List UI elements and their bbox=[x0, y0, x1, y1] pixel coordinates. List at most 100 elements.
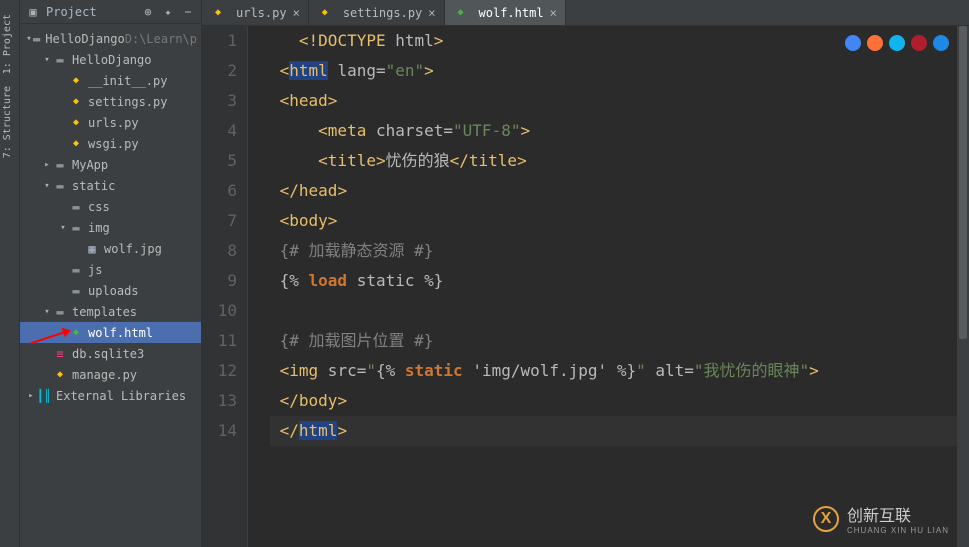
tree-row[interactable]: ▦ wolf.jpg bbox=[20, 238, 201, 259]
close-icon[interactable]: × bbox=[428, 6, 435, 20]
code-line[interactable]: </html> bbox=[270, 416, 969, 446]
line-number: 4 bbox=[202, 116, 237, 146]
tree-label: uploads bbox=[88, 284, 139, 298]
code-line[interactable]: <img src="{% static 'img/wolf.jpg' %}" a… bbox=[270, 356, 969, 386]
browser-icon[interactable] bbox=[933, 35, 949, 51]
editor-tab[interactable]: ◆ urls.py × bbox=[202, 0, 309, 25]
watermark-logo: X 创新互联 CHUANG XIN HU LIAN bbox=[813, 502, 949, 535]
libraries-icon: ┃║ bbox=[36, 389, 52, 403]
tree-row[interactable]: ◆ settings.py bbox=[20, 91, 201, 112]
browser-icon[interactable] bbox=[867, 35, 883, 51]
browser-icon[interactable] bbox=[911, 35, 927, 51]
toolwindow-tabs: 1: Project7: Structure bbox=[0, 0, 20, 547]
folder-icon: ▬ bbox=[32, 32, 41, 46]
python-icon: ◆ bbox=[68, 74, 84, 88]
html-icon: ◆ bbox=[453, 6, 469, 20]
tree-arrow-icon[interactable]: ▾ bbox=[42, 307, 52, 317]
folder-icon: ▬ bbox=[52, 179, 68, 193]
tree-label: wsgi.py bbox=[88, 137, 139, 151]
code-line[interactable]: </body> bbox=[270, 386, 969, 416]
project-tree[interactable]: ▾ ▬ HelloDjango D:\Learn\p ▾ ▬ HelloDjan… bbox=[20, 24, 201, 547]
tree-label: css bbox=[88, 200, 110, 214]
toolwindow-tab[interactable]: 7: Structure bbox=[0, 80, 19, 164]
collapse-icon[interactable]: ⊕ bbox=[141, 5, 155, 19]
code-line[interactable]: <head> bbox=[270, 86, 969, 116]
tree-row[interactable]: ▾ ▬ templates bbox=[20, 301, 201, 322]
tree-row[interactable]: ◆ manage.py bbox=[20, 364, 201, 385]
tree-arrow-icon[interactable]: ▸ bbox=[42, 160, 52, 170]
code-line[interactable]: </head> bbox=[270, 176, 969, 206]
tree-row[interactable]: ▾ ▬ static bbox=[20, 175, 201, 196]
code-editor[interactable]: 1234567891011121314 <!DOCTYPE html> <htm… bbox=[202, 26, 969, 547]
code-line[interactable]: <html lang="en"> bbox=[270, 56, 969, 86]
folder-icon: ▬ bbox=[52, 305, 68, 319]
code-line[interactable]: {% load static %} bbox=[270, 266, 969, 296]
tree-row[interactable]: ◆ wolf.html bbox=[20, 322, 201, 343]
tree-label: HelloDjango bbox=[72, 53, 151, 67]
tree-label: templates bbox=[72, 305, 137, 319]
logo-mark: X bbox=[813, 506, 839, 532]
line-gutter: 1234567891011121314 bbox=[202, 26, 248, 547]
browser-icon[interactable] bbox=[845, 35, 861, 51]
scrollbar-thumb[interactable] bbox=[959, 26, 967, 339]
code-line[interactable] bbox=[270, 296, 969, 326]
toolwindow-tab[interactable]: 1: Project bbox=[0, 8, 19, 80]
python-icon: ◆ bbox=[52, 368, 68, 382]
editor-area: ◆ urls.py × ◆ settings.py × ◆ wolf.html … bbox=[202, 0, 969, 547]
project-sidebar: ▣ Project ⊕ ✦ ⎯ ▾ ▬ HelloDjango D:\Learn… bbox=[20, 0, 202, 547]
tree-row[interactable]: ▾ ▬ HelloDjango D:\Learn\p bbox=[20, 28, 201, 49]
line-number: 3 bbox=[202, 86, 237, 116]
tree-label: manage.py bbox=[72, 368, 137, 382]
tree-row[interactable]: ▸ ▬ MyApp bbox=[20, 154, 201, 175]
tree-arrow-icon[interactable]: ▾ bbox=[42, 55, 52, 65]
tree-arrow-icon[interactable]: ▾ bbox=[42, 181, 52, 191]
tree-row[interactable]: ≡ db.sqlite3 bbox=[20, 343, 201, 364]
hide-icon[interactable]: ⎯ bbox=[181, 5, 195, 19]
line-number: 8 bbox=[202, 236, 237, 266]
code-content[interactable]: <!DOCTYPE html> <html lang="en"> <head> … bbox=[266, 26, 969, 547]
scrollbar[interactable] bbox=[957, 26, 969, 547]
tree-row[interactable]: ◆ wsgi.py bbox=[20, 133, 201, 154]
line-number: 10 bbox=[202, 296, 237, 326]
tree-label: wolf.html bbox=[88, 326, 153, 340]
editor-tab[interactable]: ◆ settings.py × bbox=[309, 0, 445, 25]
code-line[interactable]: <meta charset="UTF-8"> bbox=[270, 116, 969, 146]
fold-column[interactable] bbox=[248, 26, 266, 547]
browser-icon[interactable] bbox=[889, 35, 905, 51]
tree-row[interactable]: ▬ css bbox=[20, 196, 201, 217]
logo-title: 创新互联 bbox=[847, 508, 911, 525]
sidebar-title: Project bbox=[46, 5, 97, 19]
folder-icon: ▬ bbox=[52, 158, 68, 172]
code-line[interactable]: {# 加载静态资源 #} bbox=[270, 236, 969, 266]
code-line[interactable]: <body> bbox=[270, 206, 969, 236]
line-number: 12 bbox=[202, 356, 237, 386]
tree-label: MyApp bbox=[72, 158, 108, 172]
line-number: 11 bbox=[202, 326, 237, 356]
editor-tab[interactable]: ◆ wolf.html × bbox=[445, 0, 566, 25]
close-icon[interactable]: × bbox=[550, 6, 557, 20]
line-number: 9 bbox=[202, 266, 237, 296]
browser-icons bbox=[845, 35, 949, 51]
code-line[interactable]: <title>忧伤的狼</title> bbox=[270, 146, 969, 176]
tree-row[interactable]: ▬ uploads bbox=[20, 280, 201, 301]
close-icon[interactable]: × bbox=[293, 6, 300, 20]
settings-icon[interactable]: ✦ bbox=[161, 5, 175, 19]
tree-label: HelloDjango bbox=[45, 32, 124, 46]
tree-row[interactable]: ▾ ▬ img bbox=[20, 217, 201, 238]
tree-row[interactable]: ◆ __init__.py bbox=[20, 70, 201, 91]
tree-row[interactable]: ▬ js bbox=[20, 259, 201, 280]
tree-row[interactable]: ▾ ▬ HelloDjango bbox=[20, 49, 201, 70]
tab-label: wolf.html bbox=[479, 6, 544, 20]
line-number: 1 bbox=[202, 26, 237, 56]
tree-label: urls.py bbox=[88, 116, 139, 130]
line-number: 13 bbox=[202, 386, 237, 416]
code-line[interactable]: {# 加载图片位置 #} bbox=[270, 326, 969, 356]
tree-row[interactable]: ▸ ┃║ External Libraries bbox=[20, 385, 201, 406]
tree-arrow-icon[interactable]: ▸ bbox=[26, 391, 36, 401]
folder-icon: ▬ bbox=[68, 200, 84, 214]
tab-label: urls.py bbox=[236, 6, 287, 20]
project-dropdown-icon[interactable]: ▣ bbox=[26, 5, 40, 19]
tree-arrow-icon[interactable]: ▾ bbox=[58, 223, 68, 233]
folder-icon: ▬ bbox=[68, 284, 84, 298]
tree-row[interactable]: ◆ urls.py bbox=[20, 112, 201, 133]
